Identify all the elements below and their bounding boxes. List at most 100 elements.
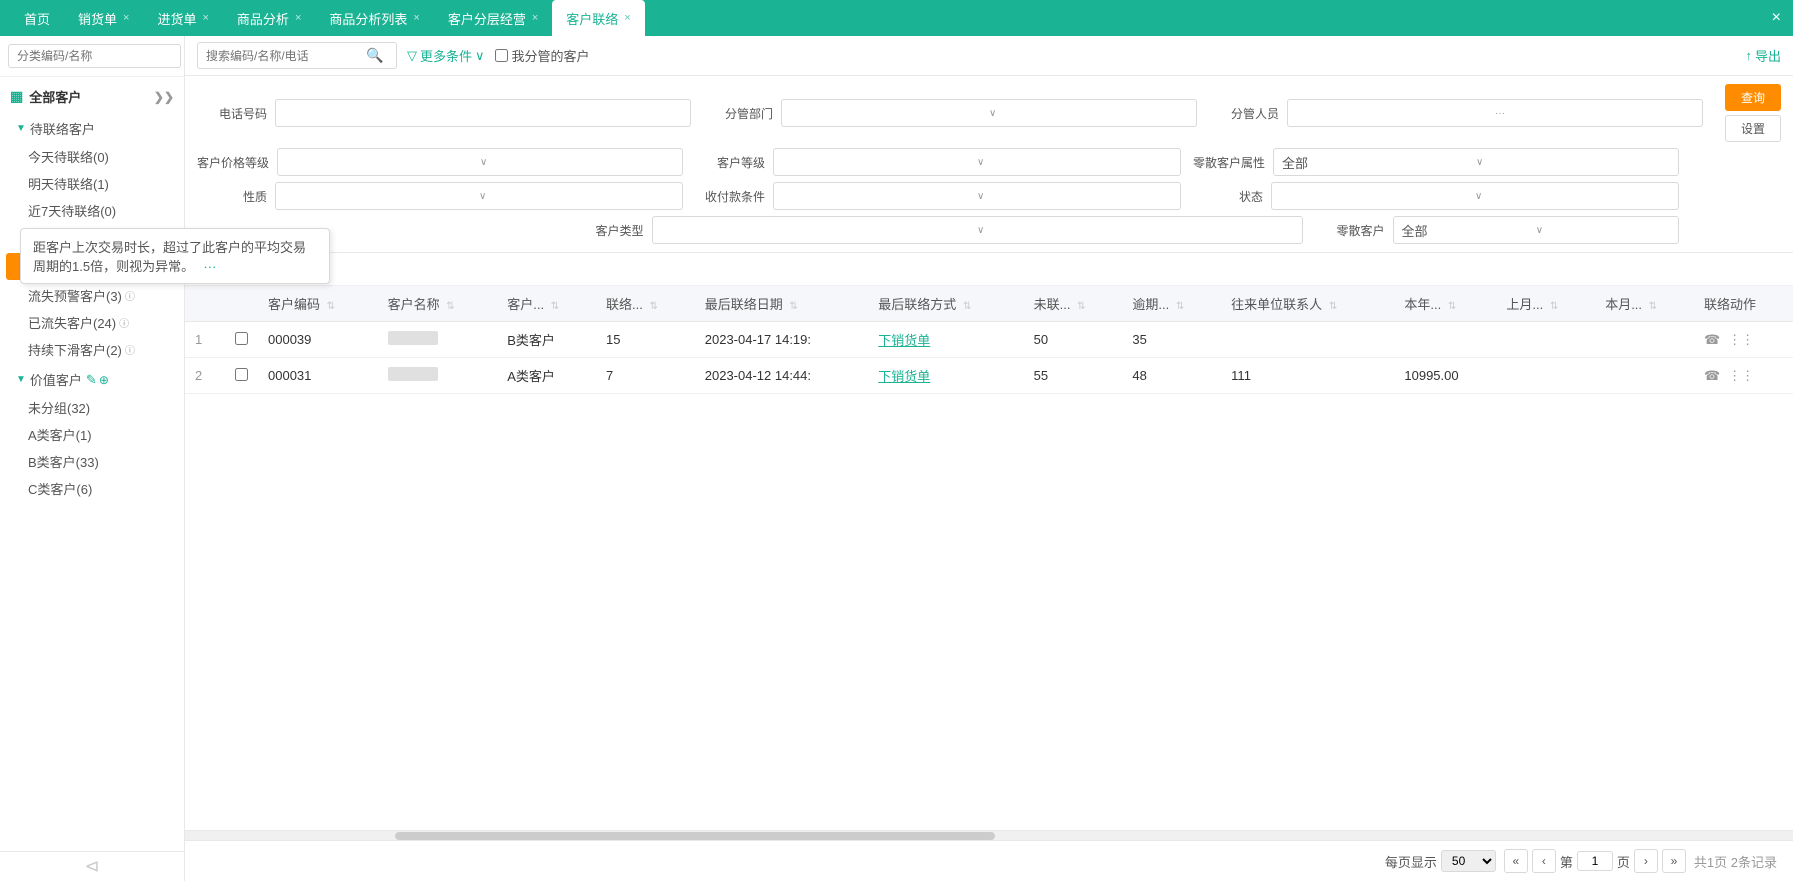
row-select-1[interactable] (235, 332, 248, 345)
customer-grade-select[interactable]: ∨ (773, 148, 1181, 176)
pending-contact-group-title[interactable]: ▼ 待联络客户 (0, 114, 184, 143)
next-page-btn[interactable]: › (1634, 849, 1658, 873)
customer-type-select[interactable]: ∨ (652, 216, 1303, 244)
filter-search-icon[interactable]: 🔍 (366, 47, 383, 64)
th-code: 客户编码 ⇅ (258, 286, 378, 322)
table-wrapper[interactable]: 客户编码 ⇅ 客户名称 ⇅ 客户... ⇅ (185, 286, 1793, 830)
phone-input[interactable] (275, 99, 691, 127)
manager-select[interactable]: ··· (1287, 99, 1703, 127)
sort-type-icon[interactable]: ⇅ (551, 301, 559, 312)
gender-select[interactable]: ∨ (275, 182, 683, 210)
dept-select[interactable]: ∨ (781, 99, 1197, 127)
settings-button[interactable]: 设置 (1725, 115, 1781, 142)
sidebar-all-customers[interactable]: ▦ 全部客户 ❯❯ (0, 81, 184, 112)
sort-contact-icon[interactable]: ⇅ (649, 301, 657, 312)
nav-sales-order[interactable]: 销货单 × (64, 0, 143, 36)
status-field: 状态 ∨ (1193, 182, 1679, 210)
filter-search-input[interactable] (206, 49, 366, 63)
sidebar-declining-customers[interactable]: 持续下滑客户(2) ⓘ (0, 336, 184, 363)
method-link-1[interactable]: 下销货单 (878, 333, 930, 348)
payment-select[interactable]: ∨ (773, 182, 1181, 210)
window-close-button[interactable]: × (1772, 9, 1781, 27)
method-link-2[interactable]: 下销货单 (878, 369, 930, 384)
th-contact-person: 往来单位联系人 ⇅ (1221, 286, 1394, 322)
scroll-thumb[interactable] (395, 832, 995, 840)
price-grade-select[interactable]: ∨ (277, 148, 683, 176)
value-customers-add-icon[interactable]: ⊕ (99, 373, 109, 387)
sort-overdue-icon[interactable]: ⇅ (1176, 301, 1184, 312)
more-conditions-btn[interactable]: ▽ 更多条件 ∨ (407, 46, 485, 65)
sidebar-lost-warning[interactable]: 流失预警客户(3) ⓘ (0, 282, 184, 309)
sidebar-c-class[interactable]: C类客户(6) (0, 475, 184, 502)
value-customers-group-title[interactable]: ▼ 价值客户 ✎ ⊕ (0, 365, 184, 394)
export-btn[interactable]: ↑ 导出 (1745, 46, 1781, 65)
row-code-1: 000039 (258, 322, 378, 358)
phone-action-icon-2[interactable]: ☎ (1704, 368, 1720, 384)
row-method-1[interactable]: 下销货单 (868, 322, 1023, 358)
sidebar-tomorrow-pending[interactable]: 明天待联络(1) (0, 170, 184, 197)
sidebar-unclassified[interactable]: 未分组(32) (0, 394, 184, 421)
per-page-select[interactable]: 50 20 100 (1441, 850, 1496, 872)
nav-customer-contact[interactable]: 客户联络 × (552, 0, 644, 36)
nav-close-sales[interactable]: × (123, 12, 129, 24)
row-select-2[interactable] (235, 368, 248, 381)
prev-page-btn[interactable]: ‹ (1532, 849, 1556, 873)
my-customers-checkbox[interactable] (495, 49, 508, 62)
th-last-month: 上月... ⇅ (1496, 286, 1595, 322)
nav-close-product-analysis[interactable]: × (295, 12, 301, 24)
nav-product-analysis[interactable]: 商品分析 × (223, 0, 315, 36)
th-uncontact: 未联... ⇅ (1024, 286, 1123, 322)
more-action-icon-2[interactable]: ⋮⋮ (1728, 368, 1754, 384)
sidebar-collapse-icon[interactable]: ⊲ (84, 856, 99, 877)
last-page-btn[interactable]: » (1662, 849, 1686, 873)
collapse-icon[interactable]: ❯❯ (154, 90, 174, 104)
first-page-btn[interactable]: « (1504, 849, 1528, 873)
query-button[interactable]: 查询 (1725, 84, 1781, 111)
manager-dots-icon: ··· (1495, 108, 1694, 119)
retail-attr-select[interactable]: 全部 ∨ (1273, 148, 1679, 176)
advanced-filters: 电话号码 分管部门 ∨ 分管人员 ··· (185, 76, 1793, 253)
sort-year-icon[interactable]: ⇅ (1448, 301, 1456, 312)
sort-month-icon[interactable]: ⇅ (1649, 301, 1657, 312)
sort-code-icon[interactable]: ⇅ (327, 301, 335, 312)
horizontal-scrollbar[interactable] (185, 830, 1793, 840)
retail-attr-field: 零散客户属性 全部 ∨ (1193, 148, 1679, 176)
sidebar-lost-customers[interactable]: 已流失客户(24) ⓘ (0, 309, 184, 336)
sort-date-icon[interactable]: ⇅ (789, 301, 797, 312)
sort-name-icon[interactable]: ⇅ (446, 301, 454, 312)
nav-close-contact[interactable]: × (624, 12, 630, 24)
status-select[interactable]: ∨ (1271, 182, 1679, 210)
info-icon-lost[interactable]: ⓘ (125, 288, 135, 303)
filter-row-3: 性质 ∨ 收付款条件 ∨ 状态 (197, 182, 1781, 210)
page-number-input[interactable] (1577, 851, 1613, 871)
nav-purchase-order[interactable]: 进货单 × (143, 0, 222, 36)
nav-home[interactable]: 首页 (10, 0, 64, 36)
sidebar-b-class[interactable]: B类客户(33) (0, 448, 184, 475)
sidebar-a-class[interactable]: A类客户(1) (0, 421, 184, 448)
sidebar-search-input[interactable] (8, 44, 181, 68)
sort-lastmonth-icon[interactable]: ⇅ (1550, 301, 1558, 312)
retail-customer-field: 零散客户 全部 ∨ (1315, 216, 1680, 244)
nav-product-analysis-list[interactable]: 商品分析列表 × (315, 0, 433, 36)
phone-action-icon-1[interactable]: ☎ (1704, 332, 1720, 348)
nav-customer-segmentation[interactable]: 客户分层经营 × (434, 0, 552, 36)
nav-close-purchase[interactable]: × (202, 12, 208, 24)
row-method-2[interactable]: 下销货单 (868, 358, 1023, 394)
sidebar-7days-pending[interactable]: 近7天待联络(0) (0, 197, 184, 224)
sort-uncontact-icon[interactable]: ⇅ (1077, 301, 1085, 312)
more-action-icon-1[interactable]: ⋮⋮ (1728, 332, 1754, 348)
row-num-1: 1 (185, 322, 225, 358)
row-date-1: 2023-04-17 14:19: (695, 322, 869, 358)
sort-method-icon[interactable]: ⇅ (963, 301, 971, 312)
table-header-row: 客户编码 ⇅ 客户名称 ⇅ 客户... ⇅ (185, 286, 1793, 322)
edit-icon[interactable]: ✎ (86, 372, 97, 388)
nav-close-segmentation[interactable]: × (532, 12, 538, 24)
retail-customer-select[interactable]: 全部 ∨ (1393, 216, 1680, 244)
sort-person-icon[interactable]: ⇅ (1329, 301, 1337, 312)
info-icon-declining[interactable]: ⓘ (125, 342, 135, 357)
row-overdue-2: 48 (1122, 358, 1221, 394)
nav-close-product-list[interactable]: × (413, 12, 419, 24)
info-icon-already-lost[interactable]: ⓘ (119, 315, 129, 330)
name-placeholder-2 (388, 367, 438, 381)
sidebar-today-pending[interactable]: 今天待联络(0) (0, 143, 184, 170)
